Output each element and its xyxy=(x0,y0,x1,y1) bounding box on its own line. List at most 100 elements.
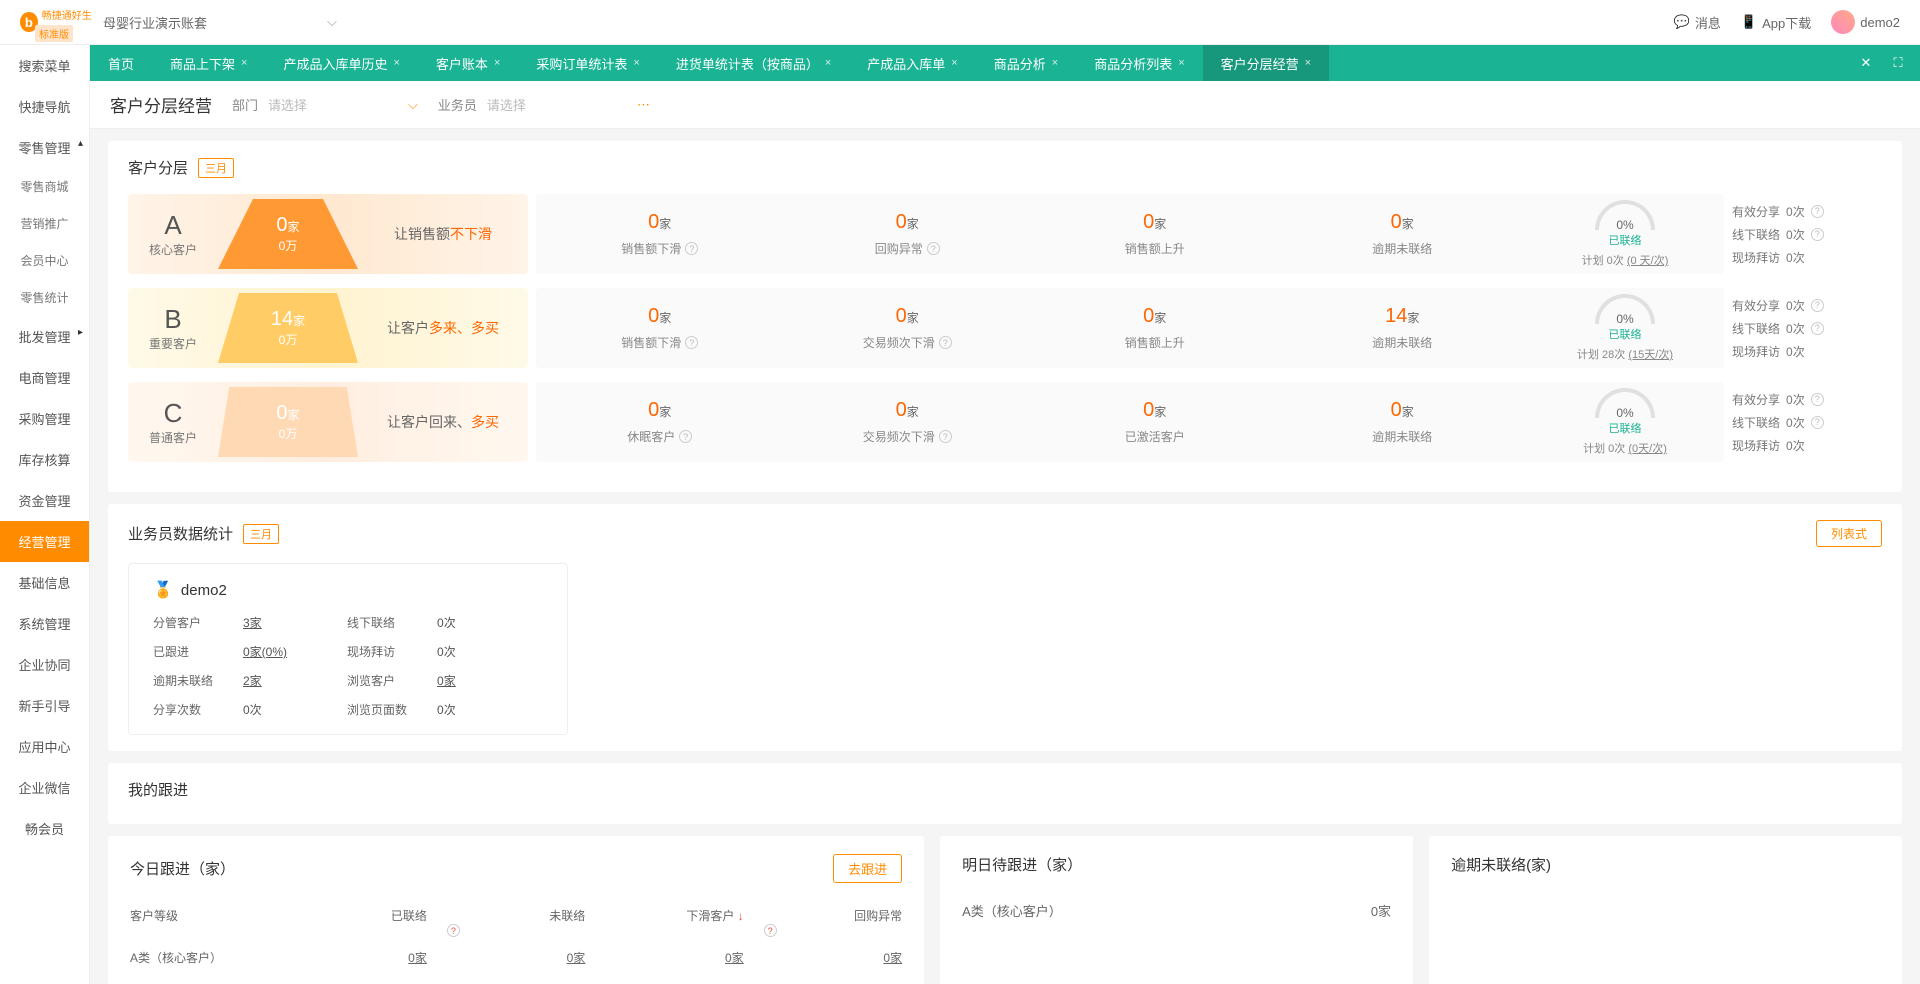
close-icon[interactable]: × xyxy=(951,57,957,69)
go-followup-button[interactable]: 去跟进 xyxy=(833,854,902,883)
metric[interactable]: 14家 逾期未联络 xyxy=(1279,288,1527,368)
help-icon[interactable]: ? xyxy=(447,924,460,937)
sidebar-retail[interactable]: 零售管理 xyxy=(0,127,89,168)
sidebar-retail-stat[interactable]: 零售统计 xyxy=(0,279,89,316)
tab[interactable]: 客户分层经营× xyxy=(1203,45,1329,81)
metric[interactable]: 0家 交易频次下滑? xyxy=(784,288,1032,368)
sidebar-inventory[interactable]: 库存核算 xyxy=(0,439,89,480)
stats-value[interactable]: 0家(0%) xyxy=(243,643,287,660)
tab[interactable]: 进货单统计表（按商品）× xyxy=(658,45,849,81)
share-row: 有效分享0次? xyxy=(1732,203,1882,220)
tier-summary[interactable]: C 普通客户 0家 0万 让客户回来、多买 xyxy=(128,382,528,462)
tab[interactable]: 产成品入库单× xyxy=(849,45,975,81)
tab[interactable]: 商品分析× xyxy=(976,45,1076,81)
stats-month-tag[interactable]: 三月 xyxy=(243,524,279,544)
close-icon[interactable]: × xyxy=(633,57,639,69)
sidebar-purchase[interactable]: 采购管理 xyxy=(0,398,89,439)
help-icon[interactable]: ? xyxy=(679,430,692,443)
close-icon[interactable]: × xyxy=(393,57,399,69)
dept-filter[interactable]: 部门 请选择 ⌵ xyxy=(232,95,418,114)
metric[interactable]: 0家 回购异常? xyxy=(784,194,1032,274)
user-menu[interactable]: demo2 xyxy=(1831,10,1900,34)
help-icon[interactable]: ? xyxy=(939,336,952,349)
close-icon[interactable]: × xyxy=(825,57,831,69)
account-selector[interactable]: 母婴行业演示账套 ⌵ xyxy=(103,13,337,32)
list-view-button[interactable]: 列表式 xyxy=(1816,520,1882,547)
help-icon[interactable]: ? xyxy=(1811,299,1824,312)
metric[interactable]: 0家 销售额下滑? xyxy=(536,288,784,368)
row-val[interactable]: 0家 xyxy=(447,949,585,966)
more-filters-icon[interactable]: ⋯ xyxy=(637,97,652,113)
plan-link[interactable]: (0天/次) xyxy=(1628,443,1667,455)
close-icon[interactable]: × xyxy=(241,57,247,69)
row-val[interactable]: 0家 xyxy=(288,949,426,966)
metric[interactable]: 0家 销售额上升 xyxy=(1031,194,1279,274)
sidebar-biz[interactable]: 经营管理 xyxy=(0,521,89,562)
salesman-filter[interactable]: 业务员 请选择 xyxy=(438,95,617,114)
sidebar-retail-mall[interactable]: 零售商城 xyxy=(0,168,89,205)
metric[interactable]: 0家 已激活客户 xyxy=(1031,382,1279,462)
th-contacted: 已联络 xyxy=(288,907,426,937)
tab[interactable]: 商品上下架× xyxy=(152,45,265,81)
metric[interactable]: 0家 交易频次下滑? xyxy=(784,382,1032,462)
help-icon[interactable]: ? xyxy=(685,242,698,255)
metric[interactable]: 0家 逾期未联络 xyxy=(1279,194,1527,274)
tab-actions: ✕ ⛶ xyxy=(1854,51,1920,75)
metric[interactable]: 0家 销售额上升 xyxy=(1031,288,1279,368)
row-val[interactable]: 0家 xyxy=(764,949,902,966)
sidebar-chvip[interactable]: 畅会员 xyxy=(0,808,89,849)
stats-value[interactable]: 2家 xyxy=(243,672,262,689)
help-icon[interactable]: ? xyxy=(764,924,777,937)
tier-summary[interactable]: A 核心客户 0家 0万 让销售额不下滑 xyxy=(128,194,528,274)
arrow-down-icon: ↓ xyxy=(738,909,744,923)
metric-value: 0家 xyxy=(896,399,919,422)
sidebar-wecom[interactable]: 企业微信 xyxy=(0,767,89,808)
sidebar-quicknav[interactable]: 快捷导航 xyxy=(0,86,89,127)
tab[interactable]: 产成品入库单历史× xyxy=(265,45,417,81)
help-icon[interactable]: ? xyxy=(927,242,940,255)
app-download-button[interactable]: 📱 App下载 xyxy=(1741,13,1811,32)
sidebar-collab[interactable]: 企业协同 xyxy=(0,644,89,685)
plan-link[interactable]: (15天/次) xyxy=(1628,349,1673,361)
help-icon[interactable]: ? xyxy=(1811,205,1824,218)
sidebar-wholesale[interactable]: 批发管理 xyxy=(0,316,89,357)
tab[interactable]: 客户账本× xyxy=(418,45,518,81)
month-tag[interactable]: 三月 xyxy=(198,158,234,178)
stats-panel: 业务员数据统计 三月 列表式 🏅 demo2 分管客户3家已跟进0家(0%)逾期… xyxy=(108,504,1902,751)
sidebar-guide[interactable]: 新手引导 xyxy=(0,685,89,726)
sidebar-ecom[interactable]: 电商管理 xyxy=(0,357,89,398)
sidebar-appcenter[interactable]: 应用中心 xyxy=(0,726,89,767)
help-icon[interactable]: ? xyxy=(1811,416,1824,429)
close-icon[interactable]: × xyxy=(1178,57,1184,69)
stats-value[interactable]: 0家 xyxy=(437,672,456,689)
tab[interactable]: 首页 xyxy=(90,45,152,81)
stats-value[interactable]: 3家 xyxy=(243,614,262,631)
close-icon[interactable]: × xyxy=(1305,57,1311,69)
metric[interactable]: 0家 销售额下滑? xyxy=(536,194,784,274)
tab[interactable]: 采购订单统计表× xyxy=(518,45,657,81)
help-icon[interactable]: ? xyxy=(1811,322,1824,335)
help-icon[interactable]: ? xyxy=(1811,393,1824,406)
close-icon[interactable]: × xyxy=(1052,57,1058,69)
tier-trapezoid: 0家 0万 xyxy=(218,387,358,457)
plan-link[interactable]: (0 天/次) xyxy=(1627,255,1669,267)
tab[interactable]: 商品分析列表× xyxy=(1076,45,1202,81)
stats-row: 已跟进0家(0%) xyxy=(153,643,287,660)
sidebar-basic[interactable]: 基础信息 xyxy=(0,562,89,603)
sidebar-member[interactable]: 会员中心 xyxy=(0,242,89,279)
sidebar-promo[interactable]: 营销推广 xyxy=(0,205,89,242)
sidebar-system[interactable]: 系统管理 xyxy=(0,603,89,644)
sidebar-funds[interactable]: 资金管理 xyxy=(0,480,89,521)
help-icon[interactable]: ? xyxy=(685,336,698,349)
close-icon[interactable]: × xyxy=(494,57,500,69)
messages-button[interactable]: 💬 消息 xyxy=(1674,13,1721,32)
fullscreen-icon[interactable]: ⛶ xyxy=(1886,51,1910,75)
tier-summary[interactable]: B 重要客户 14家 0万 让客户多来、多买 xyxy=(128,288,528,368)
metric[interactable]: 0家 休眠客户? xyxy=(536,382,784,462)
metric[interactable]: 0家 逾期未联络 xyxy=(1279,382,1527,462)
help-icon[interactable]: ? xyxy=(1811,228,1824,241)
help-icon[interactable]: ? xyxy=(939,430,952,443)
sidebar-search[interactable]: 搜索菜单 xyxy=(0,45,89,86)
row-val[interactable]: 0家 xyxy=(605,949,743,966)
close-all-tabs-icon[interactable]: ✕ xyxy=(1854,51,1878,75)
